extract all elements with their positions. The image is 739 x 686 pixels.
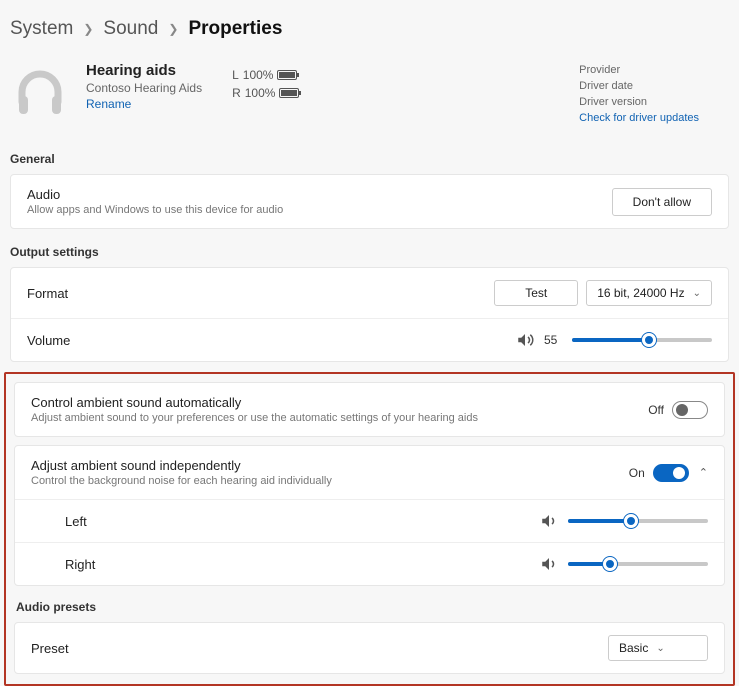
volume-slider[interactable] <box>572 338 712 342</box>
section-output: Output settings <box>0 239 739 267</box>
speaker-icon <box>540 512 558 530</box>
preset-value: Basic <box>619 641 648 655</box>
ambient-auto-toggle[interactable] <box>672 401 708 419</box>
chevron-down-icon: ⌄ <box>656 643 664 654</box>
check-driver-updates-link[interactable]: Check for driver updates <box>579 110 699 126</box>
format-value: 16 bit, 24000 Hz <box>597 286 684 300</box>
volume-label: Volume <box>27 333 516 348</box>
rename-link[interactable]: Rename <box>86 97 202 111</box>
format-label: Format <box>27 286 494 301</box>
ambient-auto-sub: Adjust ambient sound to your preferences… <box>31 412 648 424</box>
driver-provider: Provider <box>579 62 699 78</box>
preset-label: Preset <box>31 641 608 656</box>
device-subtitle: Contoso Hearing Aids <box>86 81 202 95</box>
ambient-left-slider[interactable] <box>568 519 708 523</box>
chevron-down-icon: ⌄ <box>693 288 701 299</box>
battery-left-pct: 100% <box>243 66 274 84</box>
audio-subtitle: Allow apps and Windows to use this devic… <box>27 204 612 216</box>
ambient-auto-state: Off <box>648 403 664 417</box>
section-general: General <box>0 146 739 174</box>
device-header: Hearing aids Contoso Hearing Aids Rename… <box>0 58 739 146</box>
test-button[interactable]: Test <box>494 280 578 306</box>
ambient-right-slider[interactable] <box>568 562 708 566</box>
ambient-left-label: Left <box>65 514 540 529</box>
ambient-ind-state: On <box>629 466 645 480</box>
driver-version: Driver version <box>579 94 699 110</box>
battery-icon <box>279 88 299 98</box>
breadcrumb: System ❯ Sound ❯ Properties <box>0 0 739 58</box>
ambient-ind-toggle[interactable] <box>653 464 689 482</box>
section-audio-presets: Audio presets <box>6 594 733 622</box>
format-select[interactable]: 16 bit, 24000 Hz ⌄ <box>586 280 712 306</box>
speaker-icon <box>540 555 558 573</box>
breadcrumb-sound[interactable]: Sound <box>103 18 158 40</box>
audio-title: Audio <box>27 187 612 202</box>
device-name: Hearing aids <box>86 62 202 79</box>
preset-select[interactable]: Basic ⌄ <box>608 635 708 661</box>
highlighted-region: Control ambient sound automatically Adju… <box>4 372 735 686</box>
driver-date: Driver date <box>579 78 699 94</box>
chevron-right-icon: ❯ <box>168 22 178 36</box>
battery-right-label: R <box>232 84 241 102</box>
volume-value: 55 <box>544 333 562 347</box>
speaker-icon[interactable] <box>516 331 534 349</box>
chevron-right-icon: ❯ <box>83 22 93 36</box>
headphones-icon <box>10 62 70 122</box>
dont-allow-button[interactable]: Don't allow <box>612 188 712 216</box>
breadcrumb-properties: Properties <box>188 18 282 40</box>
battery-right-pct: 100% <box>245 84 276 102</box>
ambient-ind-title: Adjust ambient sound independently <box>31 458 629 473</box>
ambient-ind-sub: Control the background noise for each he… <box>31 475 629 487</box>
ambient-auto-title: Control ambient sound automatically <box>31 395 648 410</box>
breadcrumb-system[interactable]: System <box>10 18 73 40</box>
ambient-right-label: Right <box>65 557 540 572</box>
chevron-up-icon[interactable]: ⌃ <box>699 466 708 479</box>
battery-icon <box>277 70 297 80</box>
battery-left-label: L <box>232 66 239 84</box>
